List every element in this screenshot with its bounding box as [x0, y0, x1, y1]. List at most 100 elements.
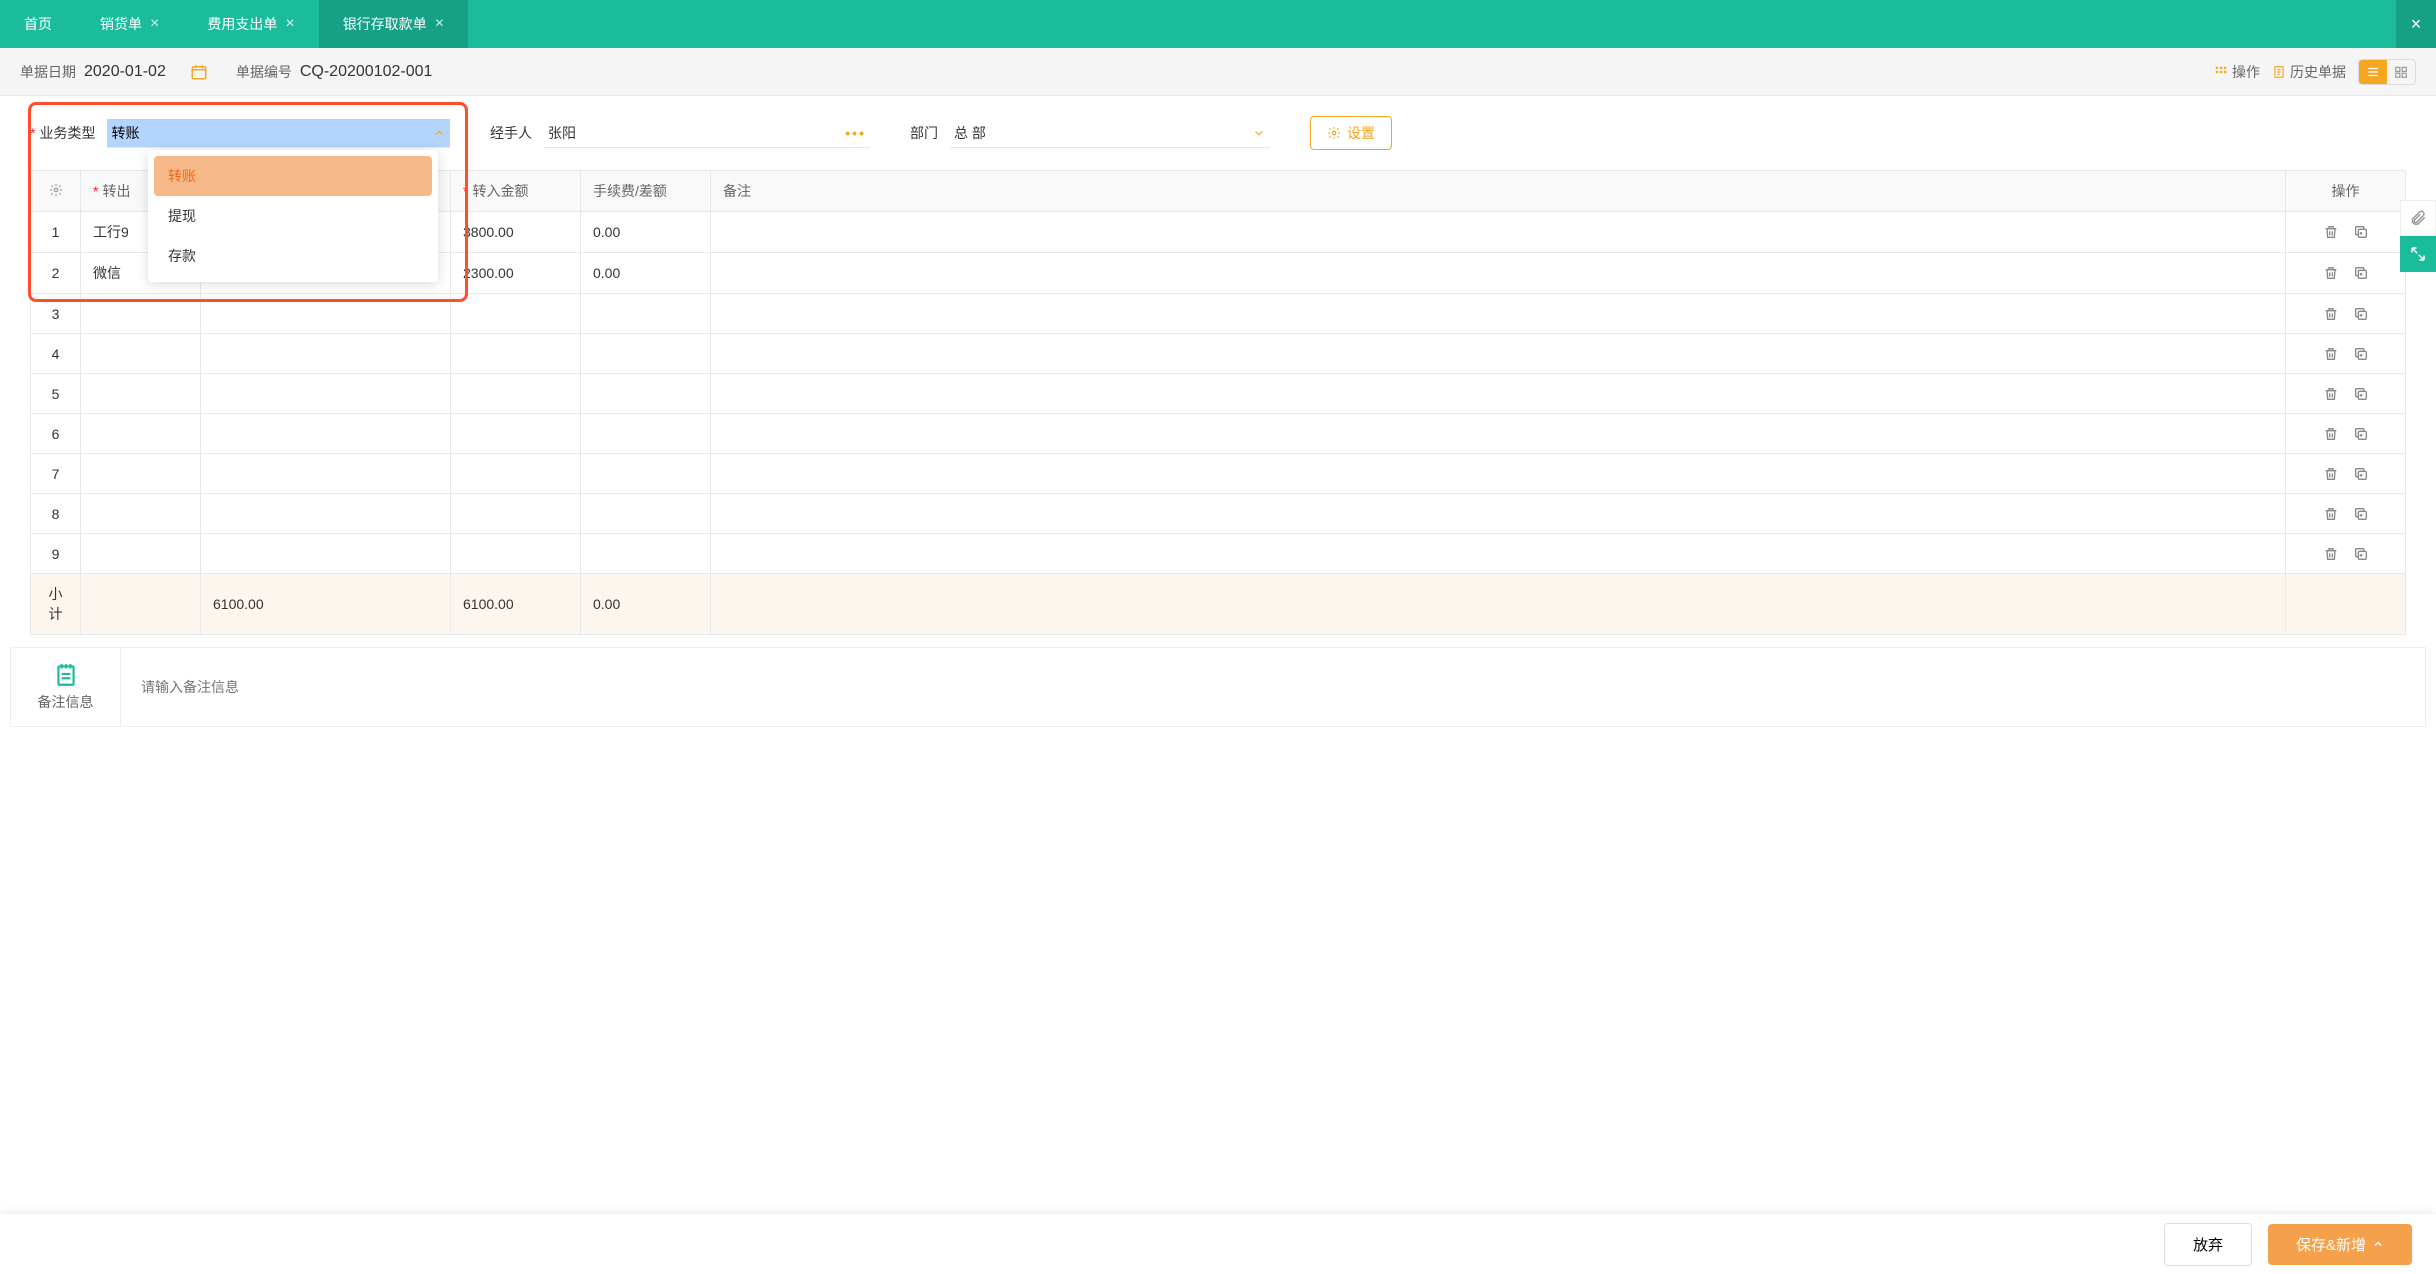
cell-fee[interactable]: [581, 374, 711, 414]
cell-remark[interactable]: [711, 334, 2286, 374]
cell-fee[interactable]: [581, 414, 711, 454]
copy-row-button[interactable]: [2353, 224, 2369, 240]
cell-remark[interactable]: [711, 454, 2286, 494]
cell-remark[interactable]: [711, 253, 2286, 294]
cell-out-amount[interactable]: [201, 454, 451, 494]
cell-out-amount[interactable]: [201, 374, 451, 414]
close-icon[interactable]: ×: [435, 15, 444, 33]
cell-fee[interactable]: [581, 534, 711, 574]
cell-out-amount[interactable]: [201, 494, 451, 534]
tab-expense[interactable]: 费用支出单×: [183, 0, 318, 48]
cell-remark[interactable]: [711, 494, 2286, 534]
table-row[interactable]: 5: [31, 374, 2406, 414]
tab-home[interactable]: 首页: [0, 0, 76, 48]
copy-row-button[interactable]: [2353, 265, 2369, 281]
cell-fee[interactable]: [581, 494, 711, 534]
cell-actions: [2286, 454, 2406, 494]
biz-type-select[interactable]: [107, 119, 450, 148]
note-icon: [53, 662, 79, 688]
cell-fee[interactable]: [581, 334, 711, 374]
cell-out-amount[interactable]: [201, 294, 451, 334]
cell-fee[interactable]: 0.00: [581, 253, 711, 294]
cell-in-amount[interactable]: [451, 414, 581, 454]
copy-row-button[interactable]: [2353, 346, 2369, 362]
subtotal-in-amount: 6100.00: [451, 574, 581, 635]
row-index: 8: [31, 494, 81, 534]
cell-fee[interactable]: [581, 294, 711, 334]
expand-button[interactable]: [2400, 236, 2436, 272]
copy-row-button[interactable]: [2353, 426, 2369, 442]
date-value[interactable]: 2020-01-02: [84, 63, 166, 81]
table-row[interactable]: 3: [31, 294, 2406, 334]
handler-input[interactable]: [544, 119, 870, 148]
delete-row-button[interactable]: [2323, 466, 2339, 482]
delete-row-button[interactable]: [2323, 506, 2339, 522]
tab-bank[interactable]: 银行存取款单×: [319, 0, 468, 48]
delete-row-button[interactable]: [2323, 426, 2339, 442]
cell-out-account[interactable]: [81, 374, 201, 414]
cell-out-amount[interactable]: [201, 334, 451, 374]
cell-in-amount[interactable]: [451, 454, 581, 494]
cell-remark[interactable]: [711, 294, 2286, 334]
more-icon[interactable]: •••: [845, 125, 866, 141]
close-icon[interactable]: ×: [150, 15, 159, 33]
discard-button[interactable]: 放弃: [2164, 1223, 2252, 1266]
cell-out-amount[interactable]: [201, 414, 451, 454]
delete-row-button[interactable]: [2323, 224, 2339, 240]
tab-sales[interactable]: 销货单×: [76, 0, 183, 48]
table-row[interactable]: 9: [31, 534, 2406, 574]
delete-row-button[interactable]: [2323, 306, 2339, 322]
cell-remark[interactable]: [711, 374, 2286, 414]
delete-row-button[interactable]: [2323, 546, 2339, 562]
delete-row-button[interactable]: [2323, 346, 2339, 362]
window-close-button[interactable]: ×: [2396, 0, 2436, 48]
cell-out-account[interactable]: [81, 294, 201, 334]
table-row[interactable]: 8: [31, 494, 2406, 534]
dropdown-option-deposit[interactable]: 存款: [154, 236, 432, 276]
close-icon[interactable]: ×: [285, 15, 294, 33]
cell-in-amount[interactable]: 2300.00: [451, 253, 581, 294]
cell-out-account[interactable]: [81, 454, 201, 494]
cell-fee[interactable]: [581, 454, 711, 494]
cell-remark[interactable]: [711, 534, 2286, 574]
cell-in-amount[interactable]: [451, 334, 581, 374]
attachment-button[interactable]: [2400, 200, 2436, 236]
calendar-icon[interactable]: [190, 63, 208, 81]
cell-out-amount[interactable]: [201, 534, 451, 574]
settings-column-header[interactable]: [31, 171, 81, 212]
cell-in-amount[interactable]: [451, 294, 581, 334]
delete-row-button[interactable]: [2323, 386, 2339, 402]
cell-out-account[interactable]: [81, 534, 201, 574]
cell-in-amount[interactable]: 3800.00: [451, 212, 581, 253]
delete-row-button[interactable]: [2323, 265, 2339, 281]
copy-row-button[interactable]: [2353, 466, 2369, 482]
copy-row-button[interactable]: [2353, 506, 2369, 522]
cell-in-amount[interactable]: [451, 494, 581, 534]
cell-in-amount[interactable]: [451, 374, 581, 414]
list-view-button[interactable]: [2359, 60, 2387, 84]
copy-row-button[interactable]: [2353, 546, 2369, 562]
col-fee: 手续费/差额: [581, 171, 711, 212]
settings-button[interactable]: 设置: [1310, 116, 1392, 150]
dropdown-option-withdraw[interactable]: 提现: [154, 196, 432, 236]
cell-fee[interactable]: 0.00: [581, 212, 711, 253]
cell-out-account[interactable]: [81, 494, 201, 534]
dept-select[interactable]: [950, 119, 1270, 148]
save-add-button[interactable]: 保存&新增: [2268, 1224, 2412, 1265]
copy-row-button[interactable]: [2353, 306, 2369, 322]
dropdown-option-transfer[interactable]: 转账: [154, 156, 432, 196]
cell-out-account[interactable]: [81, 414, 201, 454]
remark-input[interactable]: [121, 648, 2425, 726]
cell-out-account[interactable]: [81, 334, 201, 374]
cell-remark[interactable]: [711, 414, 2286, 454]
cell-in-amount[interactable]: [451, 534, 581, 574]
card-view-button[interactable]: [2387, 60, 2415, 84]
operate-button[interactable]: 操作: [2214, 62, 2260, 82]
table-row[interactable]: 6: [31, 414, 2406, 454]
history-button[interactable]: 历史单据: [2272, 62, 2346, 82]
table-row[interactable]: 4: [31, 334, 2406, 374]
table-row[interactable]: 7: [31, 454, 2406, 494]
cell-remark[interactable]: [711, 212, 2286, 253]
copy-row-button[interactable]: [2353, 386, 2369, 402]
gear-icon: [49, 183, 63, 197]
